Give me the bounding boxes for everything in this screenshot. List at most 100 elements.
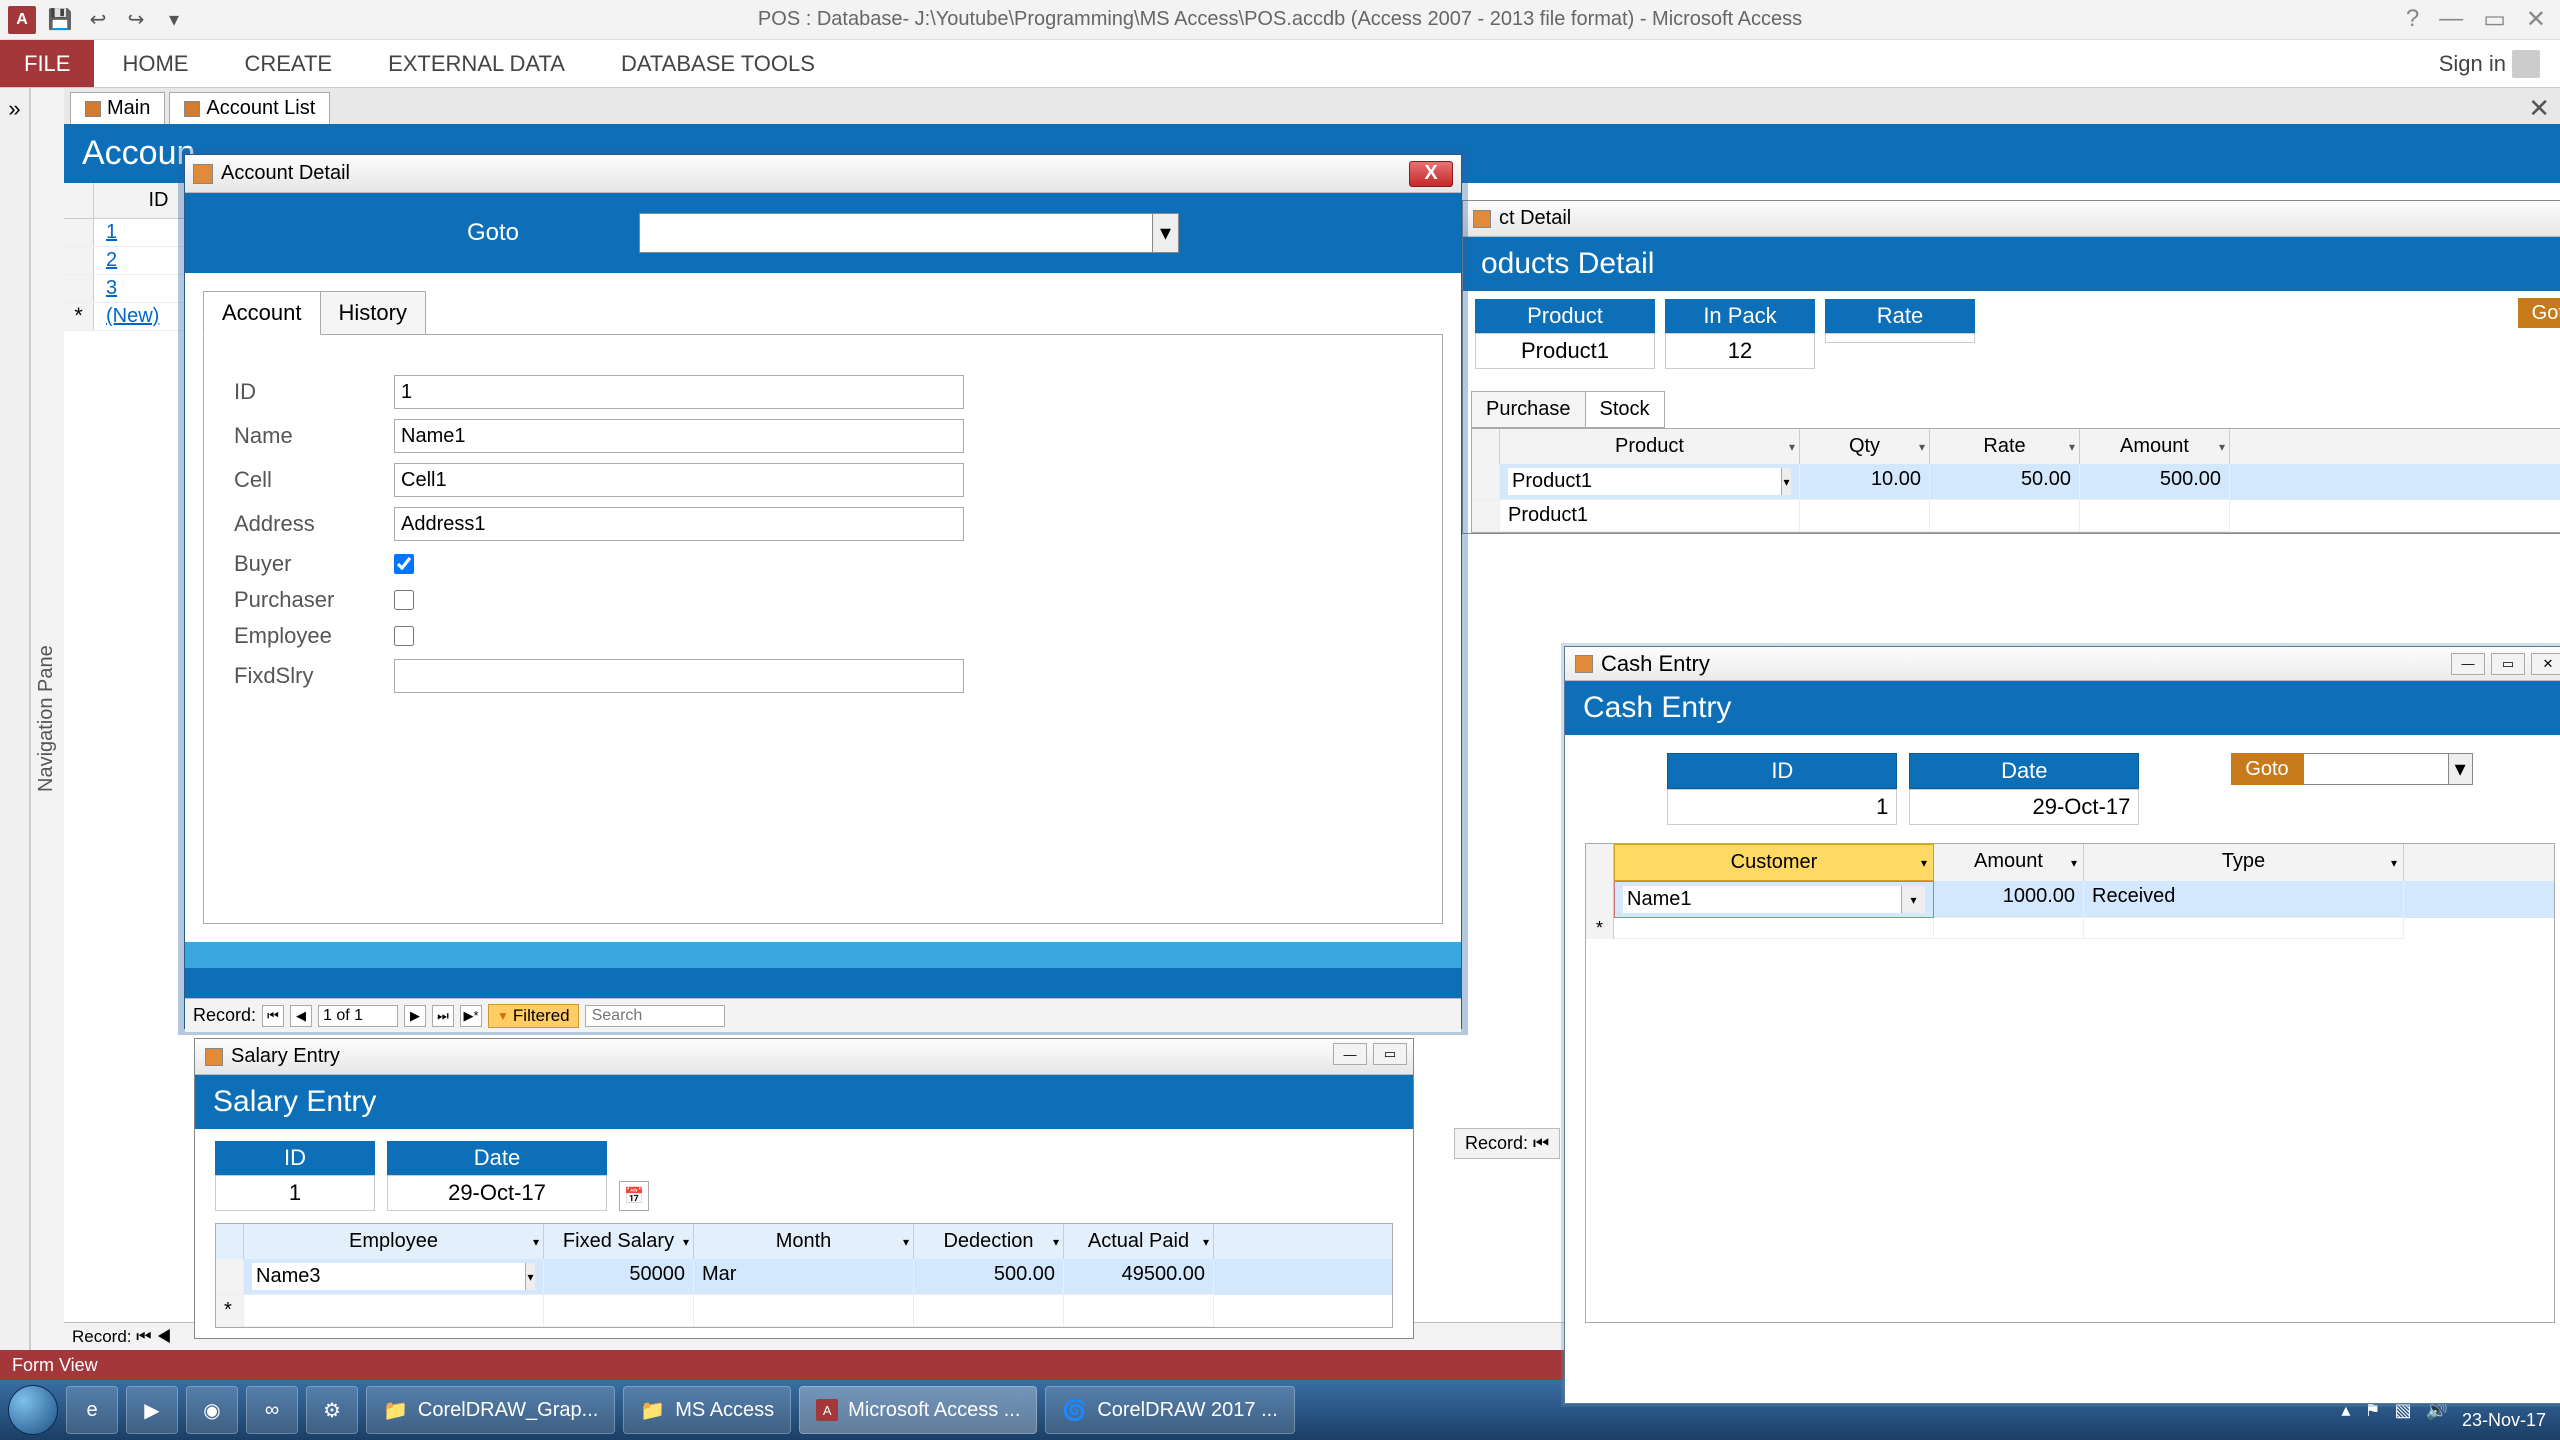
dropdown-icon[interactable]: ▾ (1781, 468, 1791, 495)
grid-col-amount[interactable]: Amount▾ (2080, 429, 2230, 464)
col-deduction[interactable]: Dedection▾ (914, 1224, 1064, 1259)
minimize-icon[interactable]: — (2451, 653, 2485, 675)
salary-entry-titlebar[interactable]: Salary Entry — ▭ (195, 1039, 1413, 1075)
col-month[interactable]: Month▾ (694, 1224, 914, 1259)
col-customer[interactable]: Customer▾ (1614, 844, 1934, 881)
taskbar-msaccess-folder[interactable]: 📁 MS Access (623, 1386, 791, 1434)
taskbar-vs[interactable]: ∞ (246, 1386, 298, 1434)
fixdslry-field[interactable] (394, 659, 964, 693)
col-type[interactable]: Type▾ (2084, 844, 2404, 881)
next-record-button[interactable]: ▶ (404, 1005, 426, 1027)
filtered-indicator[interactable]: Filtered (488, 1004, 579, 1028)
se-id-value[interactable]: 1 (215, 1175, 375, 1211)
ribbon-tab-dbtools[interactable]: DATABASE TOOLS (593, 39, 843, 89)
sign-in[interactable]: Sign in (2439, 50, 2560, 78)
record-search[interactable] (585, 1005, 725, 1027)
taskbar-coreldraw-folder[interactable]: 📁 CorelDRAW_Grap... (366, 1386, 615, 1434)
taskbar-ie[interactable]: e (66, 1386, 118, 1434)
cash-entry-titlebar[interactable]: Cash Entry — ▭ ✕ (1565, 647, 2560, 681)
prev-record-button[interactable]: ◀ (290, 1005, 312, 1027)
grid-col-rate[interactable]: Rate▾ (1930, 429, 2080, 464)
cell-fixed[interactable]: 50000 (544, 1259, 694, 1295)
save-icon[interactable]: 💾 (46, 6, 74, 34)
ce-id-value[interactable]: 1 (1667, 789, 1897, 825)
close-button[interactable]: X (1409, 161, 1453, 187)
cell-field[interactable] (394, 463, 964, 497)
cell-qty[interactable]: 10.00 (1800, 464, 1930, 500)
qat-customize-icon[interactable]: ▾ (160, 6, 188, 34)
tab-history[interactable]: History (320, 291, 426, 335)
cell-type[interactable]: Received (2084, 881, 2404, 918)
employee-checkbox[interactable] (394, 626, 414, 646)
start-button[interactable] (8, 1385, 58, 1435)
last-record-button[interactable]: ⏭ (432, 1005, 454, 1027)
subtab-purchase[interactable]: Purchase (1471, 391, 1586, 428)
dropdown-icon[interactable]: ▾ (525, 1263, 535, 1290)
cell-product[interactable]: Product1 (1500, 500, 1800, 532)
minimize-icon[interactable]: — (2439, 5, 2463, 34)
taskbar-chrome[interactable]: ◉ (186, 1386, 238, 1434)
val-rate[interactable] (1825, 333, 1975, 343)
help-icon[interactable]: ? (2406, 5, 2419, 34)
cell-month[interactable]: Mar (694, 1259, 914, 1295)
minimize-icon[interactable]: — (1333, 1043, 1367, 1065)
ce-date-value[interactable]: 29-Oct-17 (1909, 789, 2139, 825)
ribbon-tab-create[interactable]: CREATE (216, 39, 360, 89)
dropdown-icon[interactable]: ▾ (1901, 886, 1925, 913)
close-icon[interactable]: ✕ (2531, 653, 2560, 675)
cell-rate[interactable]: 50.00 (1930, 464, 2080, 500)
buyer-checkbox[interactable] (394, 554, 414, 574)
se-date-value[interactable]: 29-Oct-17 (387, 1175, 607, 1211)
form-tab-main[interactable]: Main (70, 92, 165, 124)
cell-paid[interactable]: 49500.00 (1064, 1259, 1214, 1295)
purchaser-checkbox[interactable] (394, 590, 414, 610)
taskbar-app[interactable]: ⚙ (306, 1386, 358, 1434)
chevron-down-icon[interactable]: ▾ (1152, 214, 1178, 252)
restore-icon[interactable]: ▭ (2483, 5, 2506, 34)
file-tab[interactable]: FILE (0, 40, 94, 87)
grid-col-qty[interactable]: Qty▾ (1800, 429, 1930, 464)
cell-product[interactable] (1508, 468, 1781, 495)
chevron-down-icon[interactable]: ▾ (2448, 754, 2472, 784)
taskbar-coreldraw-app[interactable]: 🌀 CorelDRAW 2017 ... (1045, 1386, 1294, 1434)
ribbon-tab-home[interactable]: HOME (94, 39, 216, 89)
taskbar-msaccess-app[interactable]: A Microsoft Access ... (799, 1386, 1037, 1434)
col-employee[interactable]: Employee▾ (244, 1224, 544, 1259)
cell-employee[interactable] (252, 1263, 525, 1290)
goto-button[interactable]: Goto (2231, 753, 2302, 785)
cell-amount[interactable]: 1000.00 (1934, 881, 2084, 918)
close-icon[interactable]: ✕ (2526, 5, 2546, 34)
calendar-icon[interactable]: 📅 (619, 1181, 649, 1211)
account-detail-titlebar[interactable]: Account Detail X (185, 155, 1461, 193)
grid-col-product[interactable]: Product▾ (1500, 429, 1800, 464)
maximize-icon[interactable]: ▭ (2491, 653, 2525, 675)
val-product[interactable]: Product1 (1475, 333, 1655, 369)
taskbar-mediaplayer[interactable]: ▶ (126, 1386, 178, 1434)
products-detail-titlebar[interactable]: ct Detail (1463, 201, 2560, 237)
maximize-icon[interactable]: ▭ (1373, 1043, 1407, 1065)
col-actual-paid[interactable]: Actual Paid▾ (1064, 1224, 1214, 1259)
record-position[interactable]: 1 of 1 (318, 1005, 398, 1027)
col-fixed-salary[interactable]: Fixed Salary▾ (544, 1224, 694, 1259)
goto-combo[interactable]: ▾ (639, 213, 1179, 253)
navigation-pane-label[interactable]: Navigation Pane (30, 88, 64, 1350)
goto-input[interactable] (640, 214, 1152, 252)
subtab-stock[interactable]: Stock (1585, 391, 1665, 428)
tab-account[interactable]: Account (203, 291, 321, 335)
undo-icon[interactable]: ↩ (84, 6, 112, 34)
name-field[interactable] (394, 419, 964, 453)
ribbon-tab-external[interactable]: EXTERNAL DATA (360, 39, 593, 89)
address-field[interactable] (394, 507, 964, 541)
col-amount[interactable]: Amount▾ (1934, 844, 2084, 881)
cell-deduction[interactable]: 500.00 (914, 1259, 1064, 1295)
redo-icon[interactable]: ↪ (122, 6, 150, 34)
new-record-button[interactable]: ▶* (460, 1005, 482, 1027)
form-tab-account-list[interactable]: Account List (169, 92, 330, 124)
id-field[interactable] (394, 375, 964, 409)
val-inpack[interactable]: 12 (1665, 333, 1815, 369)
shutter-open-button[interactable]: » (0, 88, 30, 1350)
goto-combo[interactable]: ▾ (2303, 753, 2473, 785)
cell-amount[interactable]: 500.00 (2080, 464, 2230, 500)
first-record-button[interactable]: ⏮ (262, 1005, 284, 1027)
tab-close-icon[interactable]: ✕ (2528, 93, 2560, 124)
